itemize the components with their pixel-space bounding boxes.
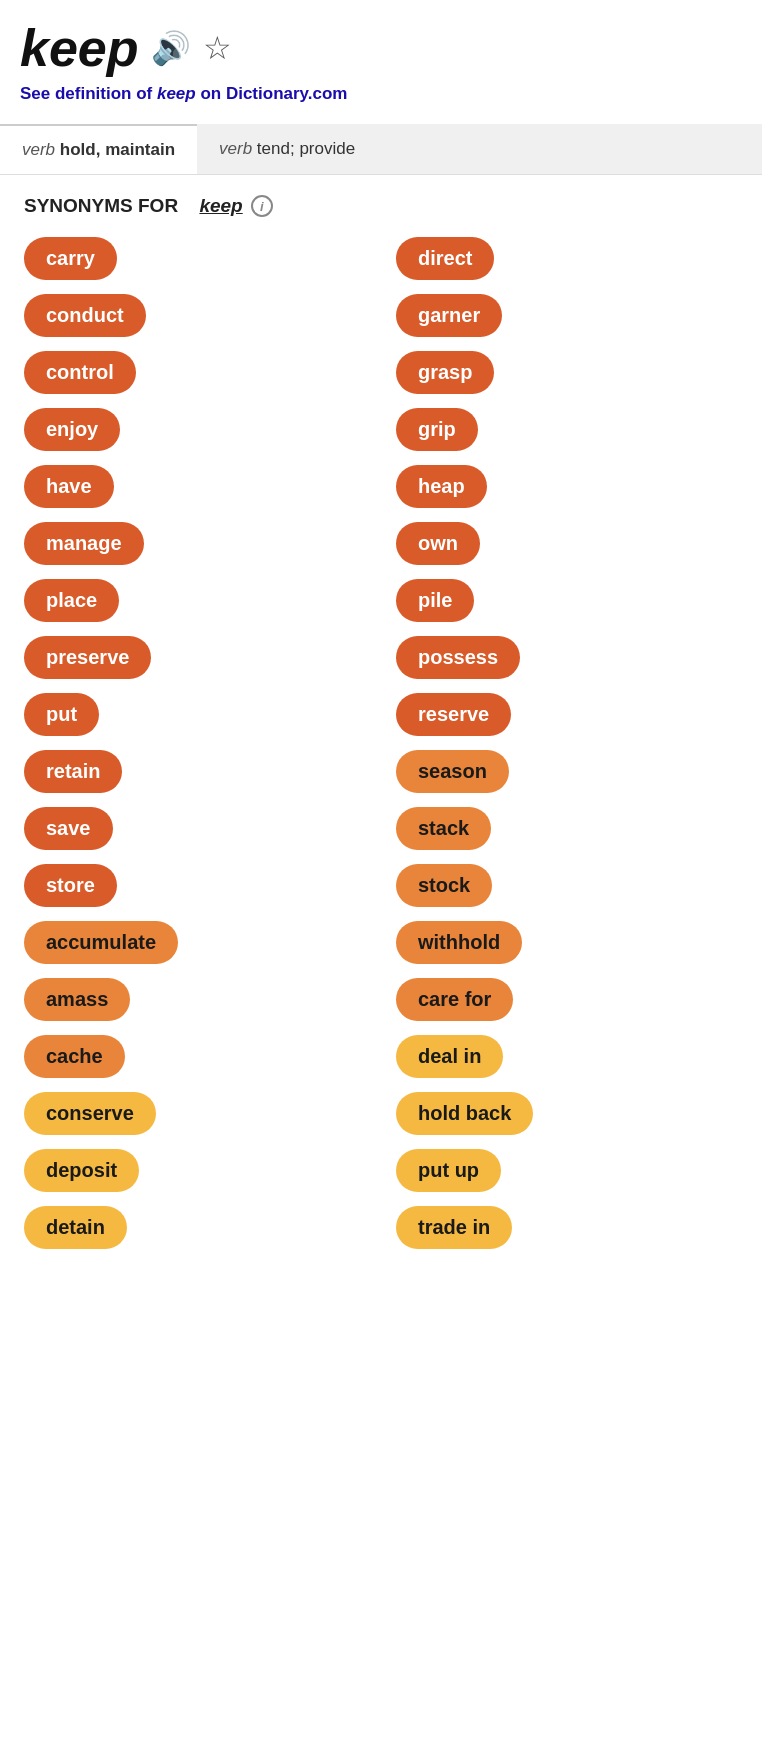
left-column: carry conduct control enjoy have manage … (24, 237, 366, 1249)
synonyms-heading-prefix: SYNONYMS FOR (24, 195, 178, 217)
title-row: keep 🔊 ☆ (20, 18, 742, 78)
tabs-row: verb hold, maintain verb tend; provide (0, 124, 762, 175)
pill-preserve[interactable]: preserve (24, 636, 151, 679)
pill-retain[interactable]: retain (24, 750, 122, 793)
dict-link-word: keep (157, 84, 196, 103)
page-header: keep 🔊 ☆ See definition of keep on Dicti… (0, 0, 762, 112)
pill-accumulate[interactable]: accumulate (24, 921, 178, 964)
pill-manage[interactable]: manage (24, 522, 144, 565)
pill-heap[interactable]: heap (396, 465, 487, 508)
pill-garner[interactable]: garner (396, 294, 502, 337)
pill-grasp[interactable]: grasp (396, 351, 494, 394)
pill-deal-in[interactable]: deal in (396, 1035, 503, 1078)
tab-hold-maintain[interactable]: verb hold, maintain (0, 124, 197, 174)
speaker-icon[interactable]: 🔊 (151, 29, 191, 67)
info-icon[interactable]: i (251, 195, 273, 217)
pill-put[interactable]: put (24, 693, 99, 736)
synonyms-grid: carry conduct control enjoy have manage … (24, 237, 738, 1249)
pill-enjoy[interactable]: enjoy (24, 408, 120, 451)
dictionary-link[interactable]: See definition of keep on Dictionary.com (20, 84, 347, 103)
pill-withhold[interactable]: withhold (396, 921, 522, 964)
pill-care-for[interactable]: care for (396, 978, 513, 1021)
pill-grip[interactable]: grip (396, 408, 478, 451)
pill-pile[interactable]: pile (396, 579, 474, 622)
pill-trade-in[interactable]: trade in (396, 1206, 512, 1249)
pill-amass[interactable]: amass (24, 978, 130, 1021)
pill-save[interactable]: save (24, 807, 113, 850)
pill-put-up[interactable]: put up (396, 1149, 501, 1192)
pill-possess[interactable]: possess (396, 636, 520, 679)
pill-place[interactable]: place (24, 579, 119, 622)
pill-have[interactable]: have (24, 465, 114, 508)
right-column: direct garner grasp grip heap own pile p… (396, 237, 738, 1249)
pill-detain[interactable]: detain (24, 1206, 127, 1249)
pill-season[interactable]: season (396, 750, 509, 793)
synonyms-section: SYNONYMS FOR keep i carry conduct contro… (0, 175, 762, 1269)
pill-carry[interactable]: carry (24, 237, 117, 280)
pill-store[interactable]: store (24, 864, 117, 907)
star-icon[interactable]: ☆ (203, 29, 232, 67)
pill-own[interactable]: own (396, 522, 480, 565)
pill-deposit[interactable]: deposit (24, 1149, 139, 1192)
synonyms-heading-word: keep (199, 195, 242, 217)
synonyms-header: SYNONYMS FOR keep i (24, 195, 738, 217)
word-title: keep (20, 18, 139, 78)
pill-stock[interactable]: stock (396, 864, 492, 907)
pill-conserve[interactable]: conserve (24, 1092, 156, 1135)
dict-link-prefix: See definition of (20, 84, 157, 103)
dict-link-suffix: on Dictionary.com (196, 84, 348, 103)
pill-hold-back[interactable]: hold back (396, 1092, 533, 1135)
tab-tend-provide[interactable]: verb tend; provide (197, 124, 377, 174)
pill-stack[interactable]: stack (396, 807, 491, 850)
pill-conduct[interactable]: conduct (24, 294, 146, 337)
pill-reserve[interactable]: reserve (396, 693, 511, 736)
pill-control[interactable]: control (24, 351, 136, 394)
pill-cache[interactable]: cache (24, 1035, 125, 1078)
pill-direct[interactable]: direct (396, 237, 494, 280)
